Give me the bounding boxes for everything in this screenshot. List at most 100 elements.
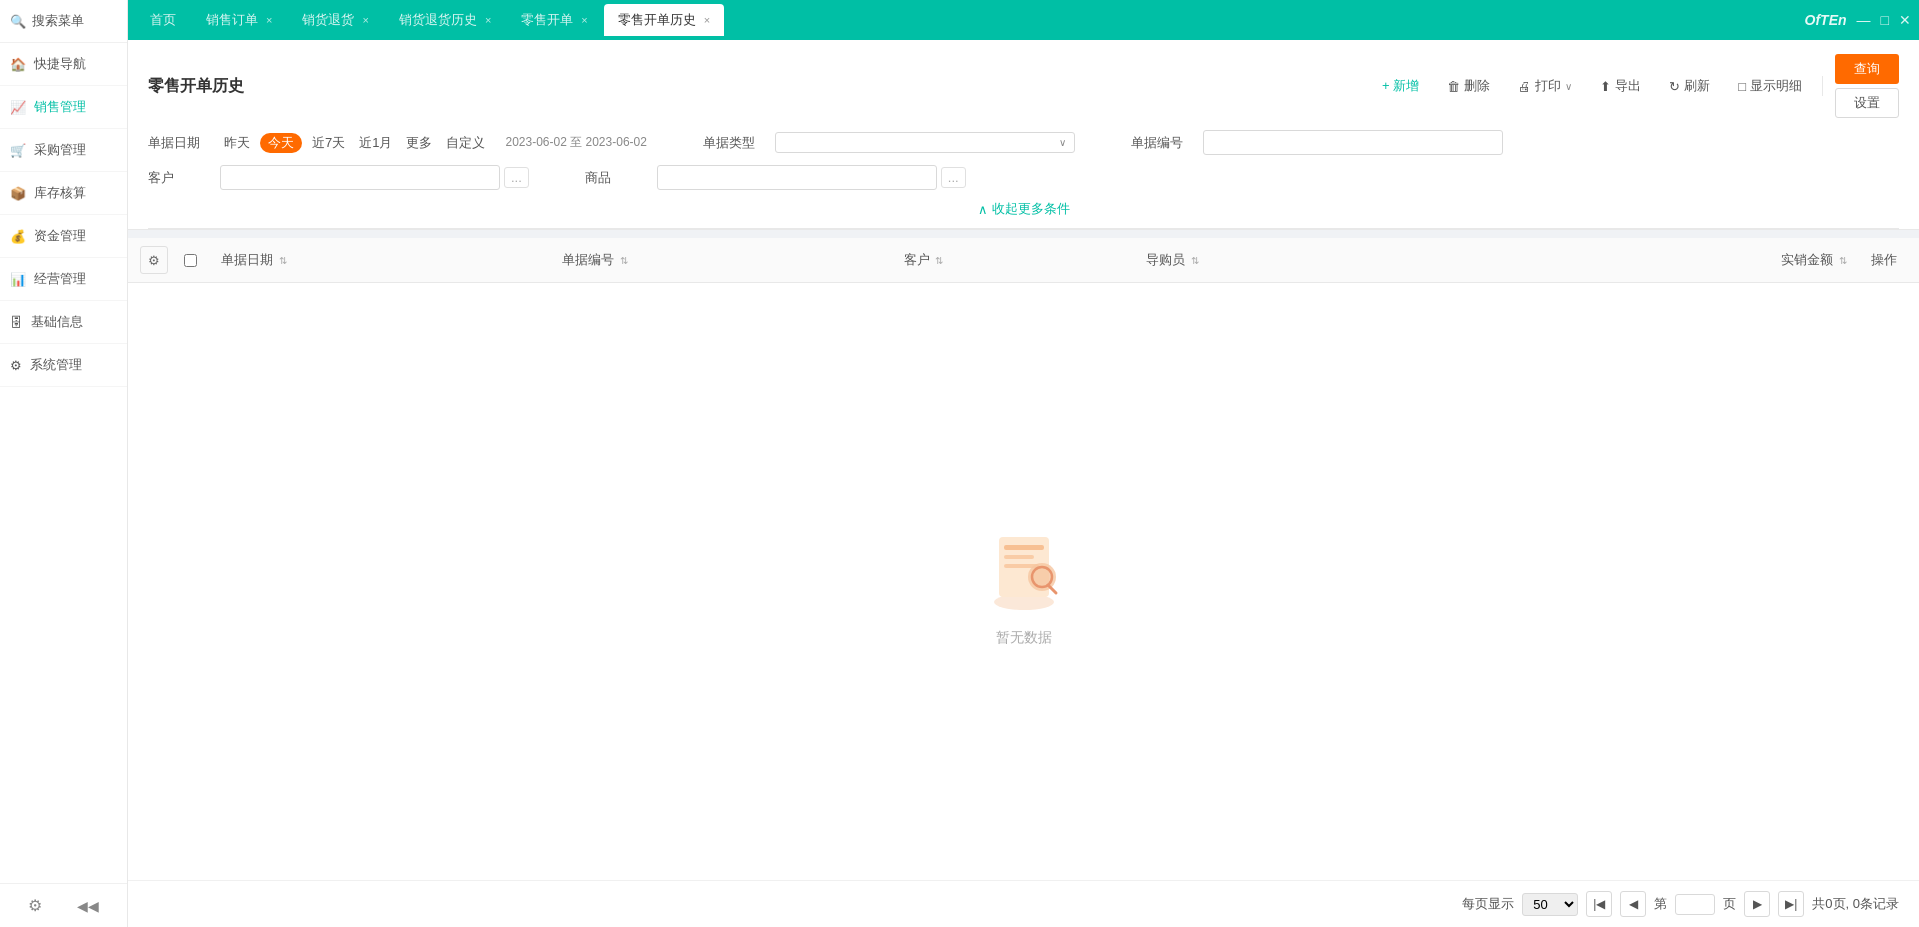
refresh-button[interactable]: ↻ 刷新 (1661, 73, 1718, 99)
date-opt-more[interactable]: 更多 (402, 133, 436, 153)
print-label: 打印 (1535, 77, 1561, 95)
date-opt-1month[interactable]: 近1月 (355, 133, 396, 153)
th-date[interactable]: 单据日期 ⇅ (209, 238, 550, 283)
date-opt-today[interactable]: 今天 (260, 133, 302, 153)
tab-sales-order-label: 销售订单 (206, 11, 258, 29)
table-settings-button[interactable]: ⚙ (140, 246, 168, 274)
sort-salesperson-icon: ⇅ (1191, 255, 1199, 266)
goods-ellipsis[interactable]: ... (941, 167, 966, 188)
th-salesperson[interactable]: 导购员 ⇅ (1134, 238, 1426, 283)
page-title: 零售开单历史 (148, 76, 244, 97)
prev-page-button[interactable]: ◀ (1620, 891, 1646, 917)
tab-sales-return-history-close[interactable]: × (485, 14, 491, 26)
tab-sales-return[interactable]: 销货退货 × (288, 4, 382, 36)
sidebar-item-base-info[interactable]: 🗄 基础信息 (0, 301, 127, 344)
th-spacer (1426, 238, 1517, 283)
brand-label: OfTEn (1805, 12, 1847, 28)
search-icon: 🔍 (10, 14, 26, 29)
sort-doc-no-icon: ⇅ (620, 255, 628, 266)
last-page-button[interactable]: ▶| (1778, 891, 1804, 917)
data-table: ⚙ 单据日期 ⇅ 单据编号 ⇅ (128, 238, 1919, 283)
window-controls: OfTEn — □ ✕ (1805, 12, 1911, 28)
setting-button[interactable]: 设置 (1835, 88, 1899, 118)
next-page-button[interactable]: ▶ (1744, 891, 1770, 917)
date-opt-custom[interactable]: 自定义 (442, 133, 489, 153)
tab-sales-order-close[interactable]: × (266, 14, 272, 26)
sidebar-item-label: 销售管理 (34, 98, 86, 116)
doc-type-label: 单据类型 (703, 134, 759, 152)
sidebar: 🔍 搜索菜单 🏠 快捷导航 📈 销售管理 🛒 采购管理 📦 库存核算 💰 资金管… (0, 0, 128, 927)
query-button[interactable]: 查询 (1835, 54, 1899, 84)
sidebar-item-purchase-mgmt[interactable]: 🛒 采购管理 (0, 129, 127, 172)
delete-label: 删除 (1464, 77, 1490, 95)
th-customer[interactable]: 客户 ⇅ (892, 238, 1134, 283)
date-range: 2023-06-02 至 2023-06-02 (505, 134, 646, 151)
doc-no-input[interactable] (1203, 130, 1503, 155)
sort-amount-icon: ⇅ (1839, 255, 1847, 266)
th-amount[interactable]: 实销金额 ⇅ (1518, 238, 1859, 283)
filter-row-date: 单据日期 昨天 今天 近7天 近1月 更多 自定义 2023-06-02 至 2… (148, 130, 1899, 155)
tab-sales-order[interactable]: 销售订单 × (192, 4, 286, 36)
sidebar-item-label: 经营管理 (34, 270, 86, 288)
refresh-icon: ↻ (1669, 79, 1680, 94)
per-page-select[interactable]: 50 100 200 (1522, 893, 1578, 916)
sort-customer-icon: ⇅ (935, 255, 943, 266)
date-opt-7days[interactable]: 近7天 (308, 133, 349, 153)
export-button[interactable]: ⬆ 导出 (1592, 73, 1649, 99)
sidebar-item-label: 系统管理 (30, 356, 82, 374)
collapse-label: 收起更多条件 (992, 200, 1070, 218)
export-icon: ⬆ (1600, 79, 1611, 94)
first-page-button[interactable]: |◀ (1586, 891, 1612, 917)
goods-input[interactable] (657, 165, 937, 190)
window-close-icon[interactable]: ✕ (1899, 12, 1911, 28)
window-max-icon[interactable]: □ (1881, 12, 1889, 28)
page-number-input[interactable]: 1 (1675, 894, 1715, 915)
tab-retail-open-history-close[interactable]: × (704, 14, 710, 26)
svg-rect-2 (1004, 545, 1044, 550)
sidebar-item-label: 快捷导航 (34, 55, 86, 73)
collapse-sidebar-icon[interactable]: ◀◀ (77, 898, 99, 914)
settings-icon[interactable]: ⚙ (28, 896, 42, 915)
print-button[interactable]: 🖨 打印 ∨ (1510, 73, 1580, 99)
display-detail-button[interactable]: □ 显示明细 (1730, 73, 1810, 99)
th-doc-no[interactable]: 单据编号 ⇅ (550, 238, 891, 283)
delete-icon: 🗑 (1447, 79, 1460, 94)
tab-retail-open-history[interactable]: 零售开单历史 × (604, 4, 724, 36)
main-area: 首页 销售订单 × 销货退货 × 销货退货历史 × 零售开单 × 零售开单历史 … (128, 0, 1919, 927)
sidebar-bottom: ⚙ ◀◀ (0, 883, 127, 927)
sidebar-search[interactable]: 🔍 搜索菜单 (0, 0, 127, 43)
tab-home[interactable]: 首页 (136, 4, 190, 36)
sidebar-item-quick-nav[interactable]: 🏠 快捷导航 (0, 43, 127, 86)
customer-input[interactable] (220, 165, 500, 190)
sidebar-item-sales-mgmt[interactable]: 📈 销售管理 (0, 86, 127, 129)
sidebar-item-sys-mgmt[interactable]: ⚙ 系统管理 (0, 344, 127, 387)
tab-retail-open-history-label: 零售开单历史 (618, 11, 696, 29)
tab-retail-open-close[interactable]: × (581, 14, 587, 26)
tab-sales-return-history[interactable]: 销货退货历史 × (385, 4, 505, 36)
customer-ellipsis[interactable]: ... (504, 167, 529, 188)
doc-type-select[interactable]: ∨ (775, 132, 1075, 153)
sidebar-item-finance[interactable]: 💰 资金管理 (0, 215, 127, 258)
date-opt-yesterday[interactable]: 昨天 (220, 133, 254, 153)
empty-icon (974, 517, 1074, 617)
purchase-icon: 🛒 (10, 143, 26, 158)
sidebar-item-label: 库存核算 (34, 184, 86, 202)
toolbar: + 新增 🗑 删除 🖨 打印 ∨ ⬆ 导出 (1374, 54, 1899, 118)
filter-area: 单据日期 昨天 今天 近7天 近1月 更多 自定义 2023-06-02 至 2… (148, 130, 1899, 229)
table-area: ⚙ 单据日期 ⇅ 单据编号 ⇅ (128, 238, 1919, 927)
collapse-more-conditions[interactable]: ∧ 收起更多条件 (148, 200, 1899, 218)
window-min-icon[interactable]: — (1857, 12, 1871, 28)
sidebar-item-inventory[interactable]: 📦 库存核算 (0, 172, 127, 215)
empty-text: 暂无数据 (996, 629, 1052, 647)
tab-sales-return-close[interactable]: × (362, 14, 368, 26)
add-button[interactable]: + 新增 (1374, 73, 1427, 99)
sys-mgmt-icon: ⚙ (10, 358, 22, 373)
operation-icon: 📊 (10, 272, 26, 287)
delete-button[interactable]: 🗑 删除 (1439, 73, 1498, 99)
svg-rect-3 (1004, 555, 1034, 559)
sidebar-item-operation[interactable]: 📊 经营管理 (0, 258, 127, 301)
tab-retail-open[interactable]: 零售开单 × (507, 4, 601, 36)
select-all-checkbox[interactable] (184, 254, 197, 267)
th-operations: 操作 (1859, 238, 1919, 283)
date-label: 单据日期 (148, 134, 204, 152)
